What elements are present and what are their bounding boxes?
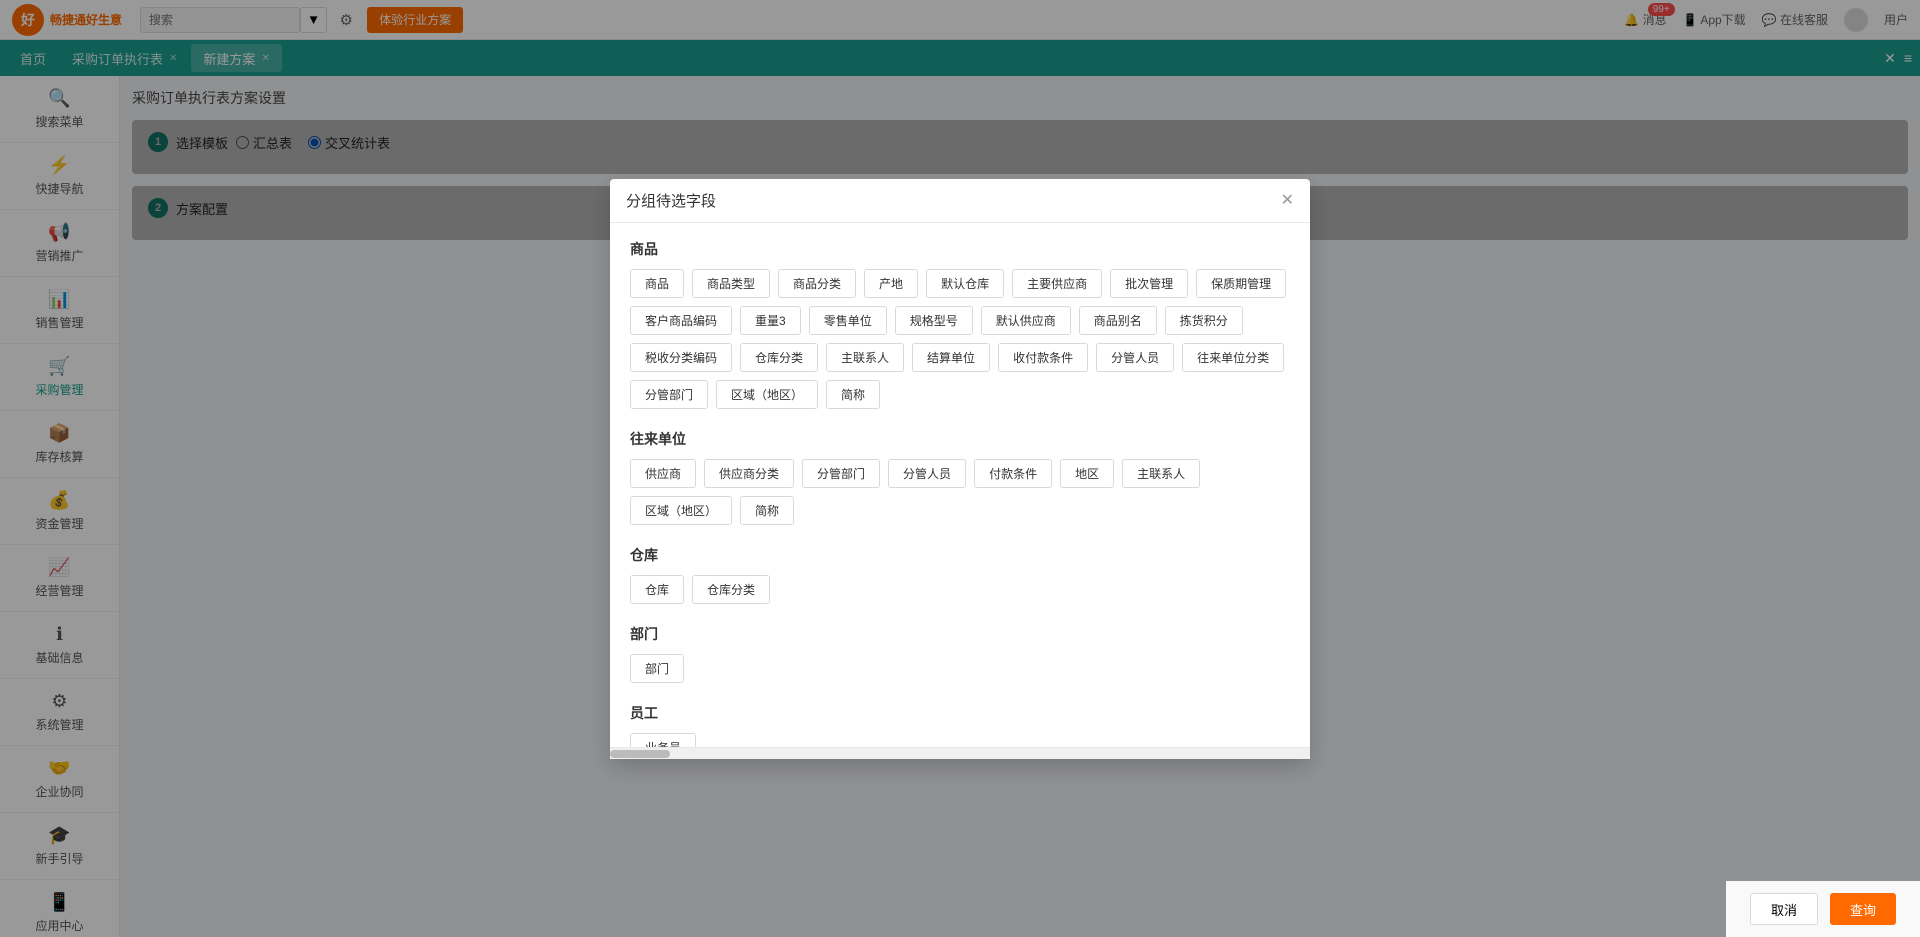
field-tag-0-0[interactable]: 商品 xyxy=(630,269,684,298)
field-tag-0-14[interactable]: 拣货积分 xyxy=(1165,306,1243,335)
field-tag-0-10[interactable]: 零售单位 xyxy=(809,306,887,335)
field-tag-0-1[interactable]: 商品类型 xyxy=(692,269,770,298)
modal-horizontal-scrollbar[interactable] xyxy=(610,747,1310,759)
field-tag-0-4[interactable]: 默认仓库 xyxy=(926,269,1004,298)
field-tag-0-20[interactable]: 分管人员 xyxy=(1096,343,1174,372)
field-tag-0-5[interactable]: 主要供应商 xyxy=(1012,269,1102,298)
field-tag-0-6[interactable]: 批次管理 xyxy=(1110,269,1188,298)
field-tag-1-8[interactable]: 简称 xyxy=(740,496,794,525)
field-tag-1-5[interactable]: 地区 xyxy=(1060,459,1114,488)
modal-close-button[interactable]: ✕ xyxy=(1281,190,1294,210)
field-tag-0-3[interactable]: 产地 xyxy=(864,269,918,298)
field-tag-0-18[interactable]: 结算单位 xyxy=(912,343,990,372)
field-tag-0-24[interactable]: 简称 xyxy=(826,380,880,409)
cancel-button[interactable]: 取消 xyxy=(1750,893,1818,925)
modal-header: 分组待选字段 ✕ xyxy=(610,179,1310,223)
group-title-3: 部门 xyxy=(630,624,1290,644)
field-tag-2-1[interactable]: 仓库分类 xyxy=(692,575,770,604)
field-tag-1-6[interactable]: 主联系人 xyxy=(1122,459,1200,488)
field-group-0: 商品商品商品类型商品分类产地默认仓库主要供应商批次管理保质期管理客户商品编码重量… xyxy=(630,239,1290,409)
group-title-1: 往来单位 xyxy=(630,429,1290,449)
group-title-2: 仓库 xyxy=(630,545,1290,565)
field-tag-1-3[interactable]: 分管人员 xyxy=(888,459,966,488)
field-tag-4-0[interactable]: 业务员 xyxy=(630,733,696,747)
modal-title: 分组待选字段 xyxy=(626,190,716,211)
field-tag-0-9[interactable]: 重量3 xyxy=(740,306,801,335)
field-tag-0-2[interactable]: 商品分类 xyxy=(778,269,856,298)
field-tag-0-7[interactable]: 保质期管理 xyxy=(1196,269,1286,298)
modal-overlay: 分组待选字段 ✕ 商品商品商品类型商品分类产地默认仓库主要供应商批次管理保质期管… xyxy=(0,0,1920,937)
field-tag-0-17[interactable]: 主联系人 xyxy=(826,343,904,372)
footer-buttons: 取消 查询 xyxy=(1726,881,1920,937)
confirm-button[interactable]: 查询 xyxy=(1830,893,1896,925)
field-group-1: 往来单位供应商供应商分类分管部门分管人员付款条件地区主联系人区域（地区） 简称 xyxy=(630,429,1290,525)
field-tag-0-23[interactable]: 区域（地区） xyxy=(716,380,818,409)
field-tag-1-4[interactable]: 付款条件 xyxy=(974,459,1052,488)
field-tag-1-2[interactable]: 分管部门 xyxy=(802,459,880,488)
field-tag-0-21[interactable]: 往来单位分类 xyxy=(1182,343,1284,372)
field-tag-0-12[interactable]: 默认供应商 xyxy=(981,306,1071,335)
group-title-4: 员工 xyxy=(630,703,1290,723)
field-tag-0-16[interactable]: 仓库分类 xyxy=(740,343,818,372)
field-tag-0-15[interactable]: 税收分类编码 xyxy=(630,343,732,372)
field-tag-0-11[interactable]: 规格型号 xyxy=(895,306,973,335)
field-tag-1-7[interactable]: 区域（地区） xyxy=(630,496,732,525)
modal-body: 商品商品商品类型商品分类产地默认仓库主要供应商批次管理保质期管理客户商品编码重量… xyxy=(610,223,1310,747)
field-tag-0-8[interactable]: 客户商品编码 xyxy=(630,306,732,335)
field-group-2: 仓库仓库仓库分类 xyxy=(630,545,1290,604)
field-tag-0-13[interactable]: 商品别名 xyxy=(1079,306,1157,335)
field-tag-3-0[interactable]: 部门 xyxy=(630,654,684,683)
scrollbar-thumb[interactable] xyxy=(610,750,670,758)
field-tag-2-0[interactable]: 仓库 xyxy=(630,575,684,604)
field-group-3: 部门部门 xyxy=(630,624,1290,683)
group-title-0: 商品 xyxy=(630,239,1290,259)
field-select-modal: 分组待选字段 ✕ 商品商品商品类型商品分类产地默认仓库主要供应商批次管理保质期管… xyxy=(610,179,1310,759)
field-tag-1-1[interactable]: 供应商分类 xyxy=(704,459,794,488)
field-tag-0-22[interactable]: 分管部门 xyxy=(630,380,708,409)
field-group-4: 员工业务员 xyxy=(630,703,1290,747)
field-tag-0-19[interactable]: 收付款条件 xyxy=(998,343,1088,372)
field-tag-1-0[interactable]: 供应商 xyxy=(630,459,696,488)
